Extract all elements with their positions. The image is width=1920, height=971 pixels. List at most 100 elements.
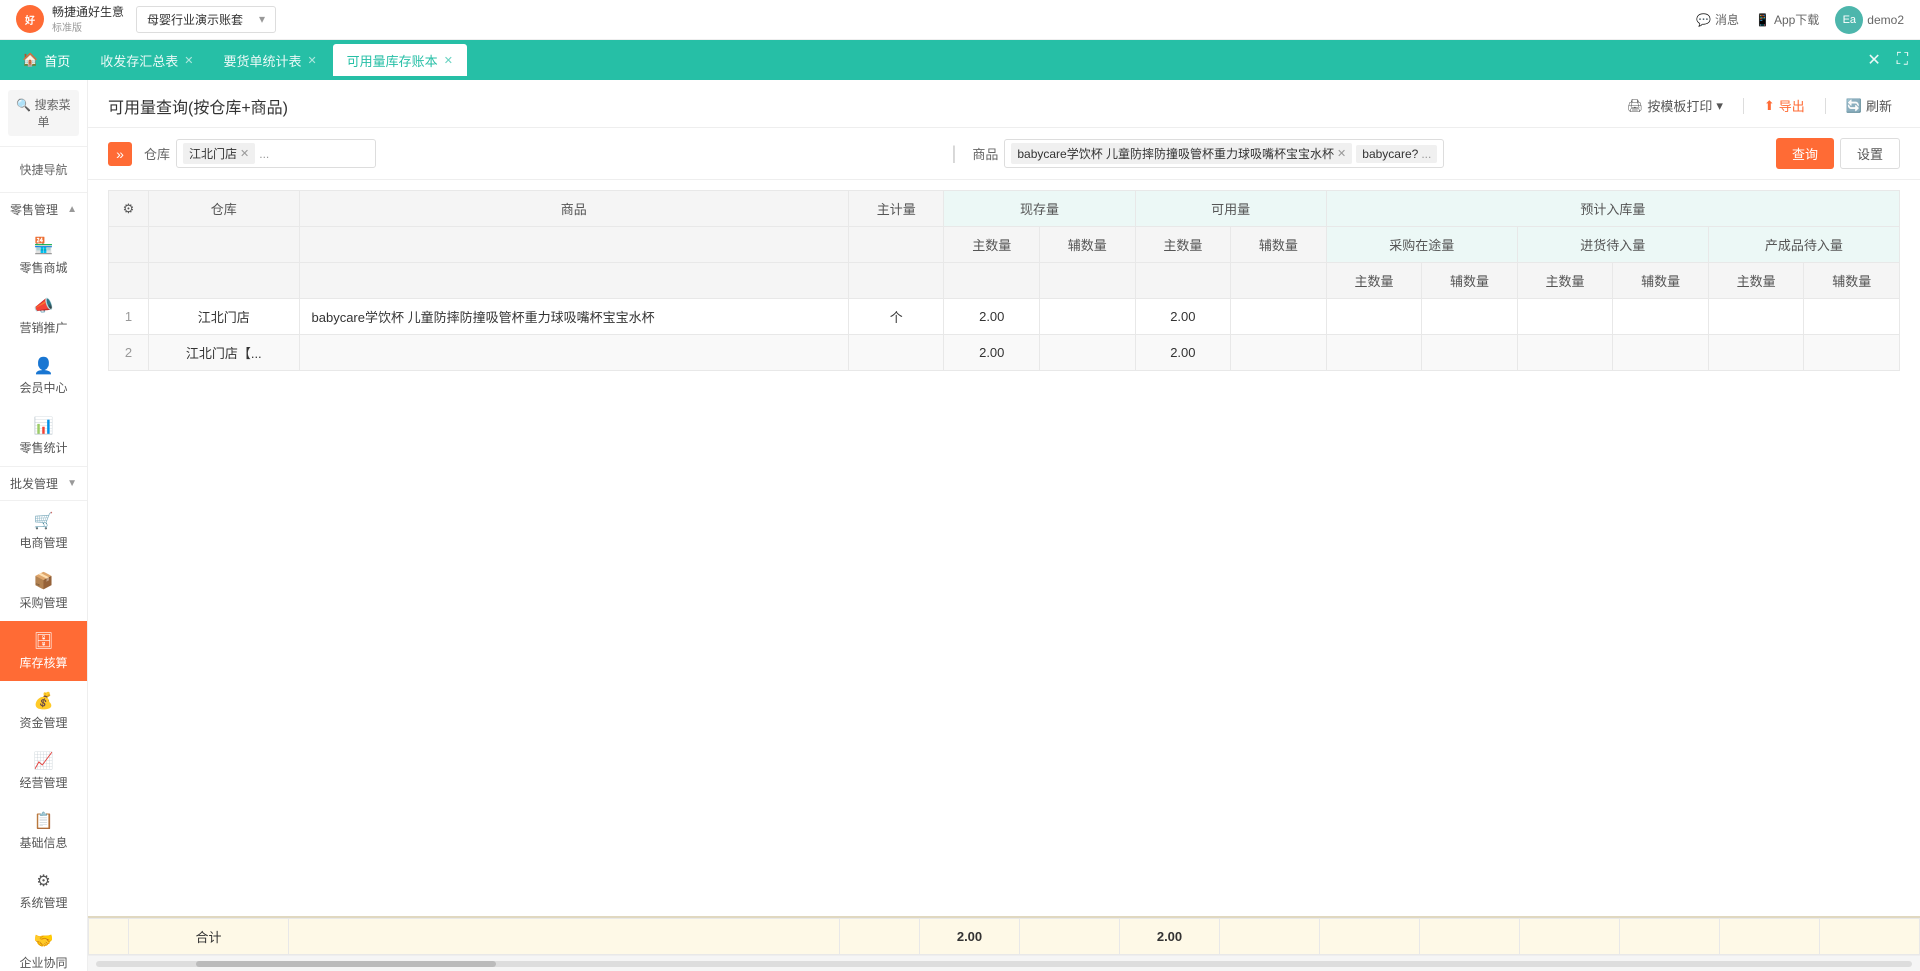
- app-download-action[interactable]: 📱 App下载: [1755, 11, 1819, 28]
- cell-current-main-2: 2.00: [944, 335, 1040, 371]
- sidebar-item-member[interactable]: 👤 会员中心: [0, 346, 87, 406]
- cell-product-2: [299, 335, 848, 371]
- cell-seq-2: 2: [109, 335, 149, 371]
- th-cm-sub2: [944, 263, 1040, 299]
- filter-actions: 查询 设置: [1776, 138, 1900, 169]
- sidebar-item-quick-nav[interactable]: 快捷导航: [0, 153, 87, 186]
- message-action[interactable]: 💬 消息: [1696, 11, 1739, 28]
- cell-ip-main-1: [1517, 299, 1613, 335]
- template-print-btn[interactable]: 🖨 按模板打印 ▾: [1619, 92, 1731, 119]
- maximize-btn[interactable]: ⛶: [1893, 47, 1912, 73]
- operations-icon: 📈: [34, 751, 54, 771]
- inventory-table: ⚙ 仓库 商品 主计量 现存量: [108, 190, 1900, 371]
- th-pt-main: 主数量: [1326, 263, 1422, 299]
- tab-home[interactable]: 🏠 首页: [8, 44, 84, 76]
- finance-label: 资金管理: [19, 714, 67, 731]
- template-print-label: 按模板打印: [1647, 96, 1712, 115]
- system-label: 系统管理: [19, 894, 67, 911]
- sidebar-item-retail-stats[interactable]: 📊 零售统计: [0, 406, 87, 466]
- warehouse-tag: 江北门店 ✕: [183, 143, 255, 164]
- warehouse-filter-label: 仓库: [144, 144, 170, 163]
- sidebar-item-enterprise[interactable]: 🤝 企业协同: [0, 921, 87, 971]
- operations-label: 经营管理: [19, 774, 67, 791]
- th-aa-sub2: [1231, 263, 1327, 299]
- warehouse-tag-close[interactable]: ✕: [240, 147, 249, 160]
- th-settings[interactable]: ⚙: [109, 191, 149, 227]
- industry-selector[interactable]: 母婴行业演示账套 ▾: [136, 6, 276, 33]
- search-menu-btn[interactable]: 🔍 搜索菜单: [8, 90, 79, 136]
- logo-icon: 好: [16, 5, 44, 33]
- th-available-group: 可用量: [1135, 191, 1326, 227]
- warehouse-input[interactable]: 江北门店 ✕ ...: [176, 139, 376, 168]
- page-header: 可用量查询(按仓库+商品) 🖨 按模板打印 ▾ ⬆ 导出 🔄 刷新: [88, 80, 1920, 128]
- cell-unit-1: 个: [848, 299, 944, 335]
- sidebar-section-retail: 零售管理 ▲ 🏪 零售商城 📣 营销推广 👤 会员中心 📊 零售统计: [0, 193, 87, 467]
- tab-close-3[interactable]: ✕: [444, 54, 453, 67]
- product-more: ...: [1421, 147, 1431, 161]
- th-am-sub2: [1135, 263, 1231, 299]
- message-label: 消息: [1715, 11, 1739, 28]
- close-all-tabs-btn[interactable]: ✕: [1863, 46, 1884, 74]
- warehouse-more[interactable]: ...: [259, 147, 269, 161]
- sidebar-item-system[interactable]: ⚙ 系统管理: [0, 861, 87, 921]
- th-seq-sub: [109, 227, 149, 263]
- chevron-down-icon-print: ▾: [1716, 98, 1723, 114]
- th-unit-sub2: [848, 263, 944, 299]
- basic-info-label: 基础信息: [19, 834, 67, 851]
- warehouse-tag-text: 江北门店: [189, 145, 237, 162]
- cell-ip-aux-2: [1613, 335, 1709, 371]
- sidebar-item-operations[interactable]: 📈 经营管理: [0, 741, 87, 801]
- product-input[interactable]: babycare学饮杯 儿童防摔防撞吸管杯重力球吸嘴杯宝宝水杯 ✕ babyca…: [1004, 139, 1444, 168]
- tab-collect-summary[interactable]: 收发存汇总表 ✕: [86, 44, 207, 76]
- avatar-text: Ea: [1843, 14, 1856, 26]
- quick-nav-label: 快捷导航: [19, 163, 67, 177]
- finance-icon: 💰: [34, 691, 54, 711]
- cell-pt-main-2: [1326, 335, 1422, 371]
- tab-home-label: 首页: [44, 51, 70, 70]
- tab-close-2[interactable]: ✕: [307, 54, 316, 67]
- tab-purchase-order[interactable]: 要货单统计表 ✕: [209, 44, 330, 76]
- scroll-thumb[interactable]: [196, 961, 496, 967]
- filter-separator: |: [952, 143, 957, 164]
- th-ip-main: 主数量: [1517, 263, 1613, 299]
- sidebar: 🔍 搜索菜单 快捷导航 零售管理 ▲ 🏪 零售商城 📣 营销推广 👤: [0, 80, 88, 971]
- phone-icon: 📱: [1755, 13, 1770, 27]
- product-tag-1-close[interactable]: ✕: [1337, 147, 1346, 160]
- sidebar-item-basic-info[interactable]: 📋 基础信息: [0, 801, 87, 861]
- query-btn[interactable]: 查询: [1776, 138, 1834, 169]
- settings-btn[interactable]: 设置: [1840, 138, 1900, 169]
- filter-bar: » 仓库 江北门店 ✕ ... | 商品 babycare学饮杯 儿童防摔防撞吸…: [88, 128, 1920, 180]
- settings-icon: ⚙: [123, 201, 135, 216]
- cell-avail-main-2: 2.00: [1135, 335, 1231, 371]
- horizontal-scrollbar[interactable]: [88, 955, 1920, 971]
- sidebar-item-purchase[interactable]: 📦 采购管理: [0, 561, 87, 621]
- sidebar-section-wholesale: 批发管理 ▼: [0, 467, 87, 501]
- refresh-btn[interactable]: 🔄 刷新: [1838, 92, 1900, 119]
- export-btn[interactable]: ⬆ 导出: [1756, 92, 1813, 119]
- stats-icon: 📊: [34, 416, 54, 436]
- expand-filter-btn[interactable]: »: [108, 142, 132, 166]
- cell-pt-main-1: [1326, 299, 1422, 335]
- cell-pt-aux-1: [1422, 299, 1518, 335]
- sidebar-item-ecommerce[interactable]: 🛒 电商管理: [0, 501, 87, 561]
- system-icon: ⚙: [36, 871, 50, 891]
- tab-purchase-order-label: 要货单统计表: [223, 51, 301, 70]
- cell-pp-main-1: [1708, 299, 1804, 335]
- tab-available-stock[interactable]: 可用量库存账本 ✕: [333, 44, 467, 76]
- table-row: 1 江北门店 babycare学饮杯 儿童防摔防撞吸管杯重力球吸嘴杯宝宝水杯 个…: [109, 299, 1900, 335]
- sidebar-toggle-wholesale[interactable]: 批发管理 ▼: [0, 467, 87, 500]
- tab-close-1[interactable]: ✕: [184, 54, 193, 67]
- sidebar-item-inventory[interactable]: 🗄 库存核算: [0, 621, 87, 681]
- sidebar-item-finance[interactable]: 💰 资金管理: [0, 681, 87, 741]
- scroll-track[interactable]: [96, 961, 1912, 967]
- th-current-aux: 辅数量: [1040, 227, 1136, 263]
- export-label: 导出: [1779, 96, 1805, 115]
- print-icon: 🖨: [1627, 98, 1644, 114]
- sidebar-item-retail-mall[interactable]: 🏪 零售商城: [0, 226, 87, 286]
- sidebar-item-marketing[interactable]: 📣 营销推广: [0, 286, 87, 346]
- th-incoming-pending: 进货待入量: [1517, 227, 1708, 263]
- th-unit-sub: [848, 227, 944, 263]
- top-bar-right: 💬 消息 📱 App下载 Ea demo2: [1696, 6, 1904, 34]
- user-area[interactable]: Ea demo2: [1835, 6, 1904, 34]
- sidebar-toggle-retail[interactable]: 零售管理 ▲: [0, 193, 87, 226]
